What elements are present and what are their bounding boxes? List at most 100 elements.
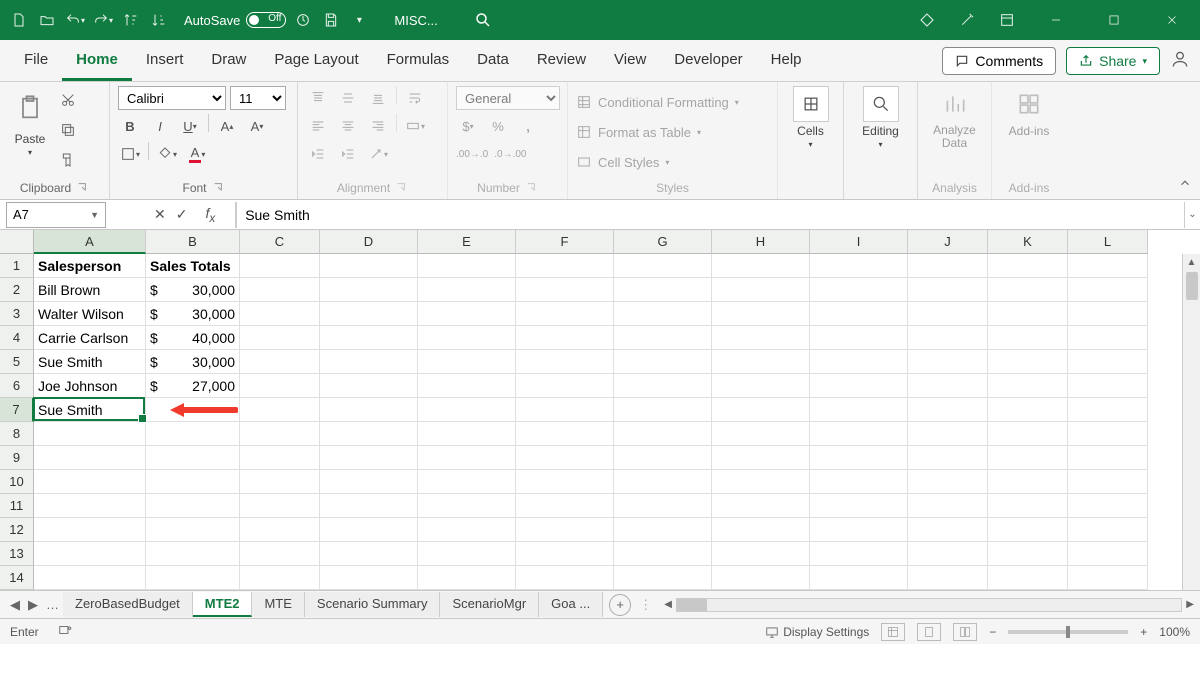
zoom-in-icon[interactable]: + <box>1140 625 1147 639</box>
increase-font-icon[interactable]: A▴ <box>215 114 239 138</box>
cell[interactable] <box>1068 254 1148 278</box>
cell[interactable] <box>614 326 712 350</box>
cell[interactable] <box>34 446 146 470</box>
cell[interactable] <box>614 422 712 446</box>
cell[interactable] <box>516 494 614 518</box>
font-name-select[interactable]: Calibri <box>118 86 226 110</box>
cell[interactable] <box>516 254 614 278</box>
name-box[interactable]: A7▼ <box>6 202 106 228</box>
cell[interactable] <box>988 398 1068 422</box>
cell[interactable] <box>988 470 1068 494</box>
cell[interactable] <box>418 350 516 374</box>
cell[interactable] <box>988 518 1068 542</box>
cell[interactable] <box>810 470 908 494</box>
cell[interactable] <box>146 446 240 470</box>
cell[interactable] <box>614 374 712 398</box>
display-settings-button[interactable]: Display Settings <box>765 625 869 639</box>
zoom-out-icon[interactable]: − <box>989 625 996 639</box>
column-header[interactable]: I <box>810 230 908 254</box>
cell[interactable] <box>712 278 810 302</box>
cell[interactable] <box>614 566 712 590</box>
cell[interactable] <box>810 494 908 518</box>
cell[interactable]: Joe Johnson <box>34 374 146 398</box>
sheet-tab[interactable]: ZeroBasedBudget <box>63 592 193 617</box>
cell[interactable] <box>418 542 516 566</box>
column-header[interactable]: C <box>240 230 320 254</box>
cell[interactable] <box>712 302 810 326</box>
cell[interactable] <box>320 350 418 374</box>
cell[interactable] <box>146 542 240 566</box>
cell[interactable] <box>320 422 418 446</box>
cell[interactable] <box>1068 326 1148 350</box>
row-header[interactable]: 7 <box>0 398 34 422</box>
cell[interactable] <box>908 470 988 494</box>
italic-button[interactable]: I <box>148 114 172 138</box>
cell[interactable] <box>988 350 1068 374</box>
cell[interactable] <box>908 350 988 374</box>
cell[interactable] <box>810 542 908 566</box>
cell[interactable] <box>516 470 614 494</box>
diamond-icon[interactable] <box>916 9 938 31</box>
account-icon[interactable] <box>1170 49 1190 74</box>
row-header[interactable]: 4 <box>0 326 34 350</box>
cell[interactable] <box>240 278 320 302</box>
select-all-corner[interactable] <box>0 230 34 254</box>
cell[interactable] <box>614 446 712 470</box>
cell[interactable] <box>320 470 418 494</box>
cell[interactable] <box>516 350 614 374</box>
cell[interactable]: Carrie Carlson <box>34 326 146 350</box>
cell[interactable] <box>418 566 516 590</box>
cell[interactable] <box>1068 422 1148 446</box>
cell[interactable] <box>418 254 516 278</box>
cell[interactable] <box>712 470 810 494</box>
row-header[interactable]: 11 <box>0 494 34 518</box>
cell[interactable] <box>146 470 240 494</box>
cell[interactable] <box>418 302 516 326</box>
row-header[interactable]: 14 <box>0 566 34 590</box>
column-header[interactable]: L <box>1068 230 1148 254</box>
cell[interactable] <box>418 446 516 470</box>
tab-page-layout[interactable]: Page Layout <box>260 43 372 81</box>
row-header[interactable]: 3 <box>0 302 34 326</box>
column-header[interactable]: B <box>146 230 240 254</box>
cell[interactable]: $40,000 <box>146 326 240 350</box>
add-sheet-button[interactable]: + <box>609 594 631 616</box>
sheet-nav-more-icon[interactable]: … <box>42 597 63 612</box>
cell[interactable] <box>810 374 908 398</box>
cell[interactable] <box>516 518 614 542</box>
cell[interactable] <box>908 566 988 590</box>
cell[interactable] <box>908 542 988 566</box>
cell[interactable] <box>320 302 418 326</box>
cell[interactable] <box>614 542 712 566</box>
paste-button[interactable]: Paste ▾ <box>8 86 52 157</box>
column-header[interactable]: D <box>320 230 418 254</box>
cell[interactable] <box>240 326 320 350</box>
cell[interactable] <box>146 494 240 518</box>
vertical-scrollbar[interactable]: ▲ <box>1182 254 1200 590</box>
cell[interactable]: $30,000 <box>146 350 240 374</box>
cell[interactable] <box>810 398 908 422</box>
cell[interactable] <box>988 422 1068 446</box>
cell[interactable]: Walter Wilson <box>34 302 146 326</box>
cell[interactable] <box>320 374 418 398</box>
cell[interactable] <box>34 494 146 518</box>
cell[interactable] <box>418 422 516 446</box>
search-button[interactable] <box>474 11 492 29</box>
cell[interactable]: Sue Smith <box>34 398 146 422</box>
cell[interactable] <box>516 302 614 326</box>
sheet-tab[interactable]: Scenario Summary <box>305 592 441 617</box>
cell[interactable] <box>810 302 908 326</box>
cell[interactable] <box>988 566 1068 590</box>
share-button[interactable]: Share ▾ <box>1066 47 1160 75</box>
cell[interactable] <box>1068 302 1148 326</box>
cancel-formula-icon[interactable]: ✕ <box>154 206 166 223</box>
cell[interactable] <box>418 374 516 398</box>
macro-record-icon[interactable] <box>57 623 73 640</box>
cell[interactable]: $27,000 <box>146 374 240 398</box>
cell[interactable] <box>1068 494 1148 518</box>
cell[interactable] <box>1068 350 1148 374</box>
cell[interactable] <box>320 494 418 518</box>
cell[interactable] <box>908 398 988 422</box>
cell[interactable] <box>146 422 240 446</box>
tab-formulas[interactable]: Formulas <box>373 43 464 81</box>
